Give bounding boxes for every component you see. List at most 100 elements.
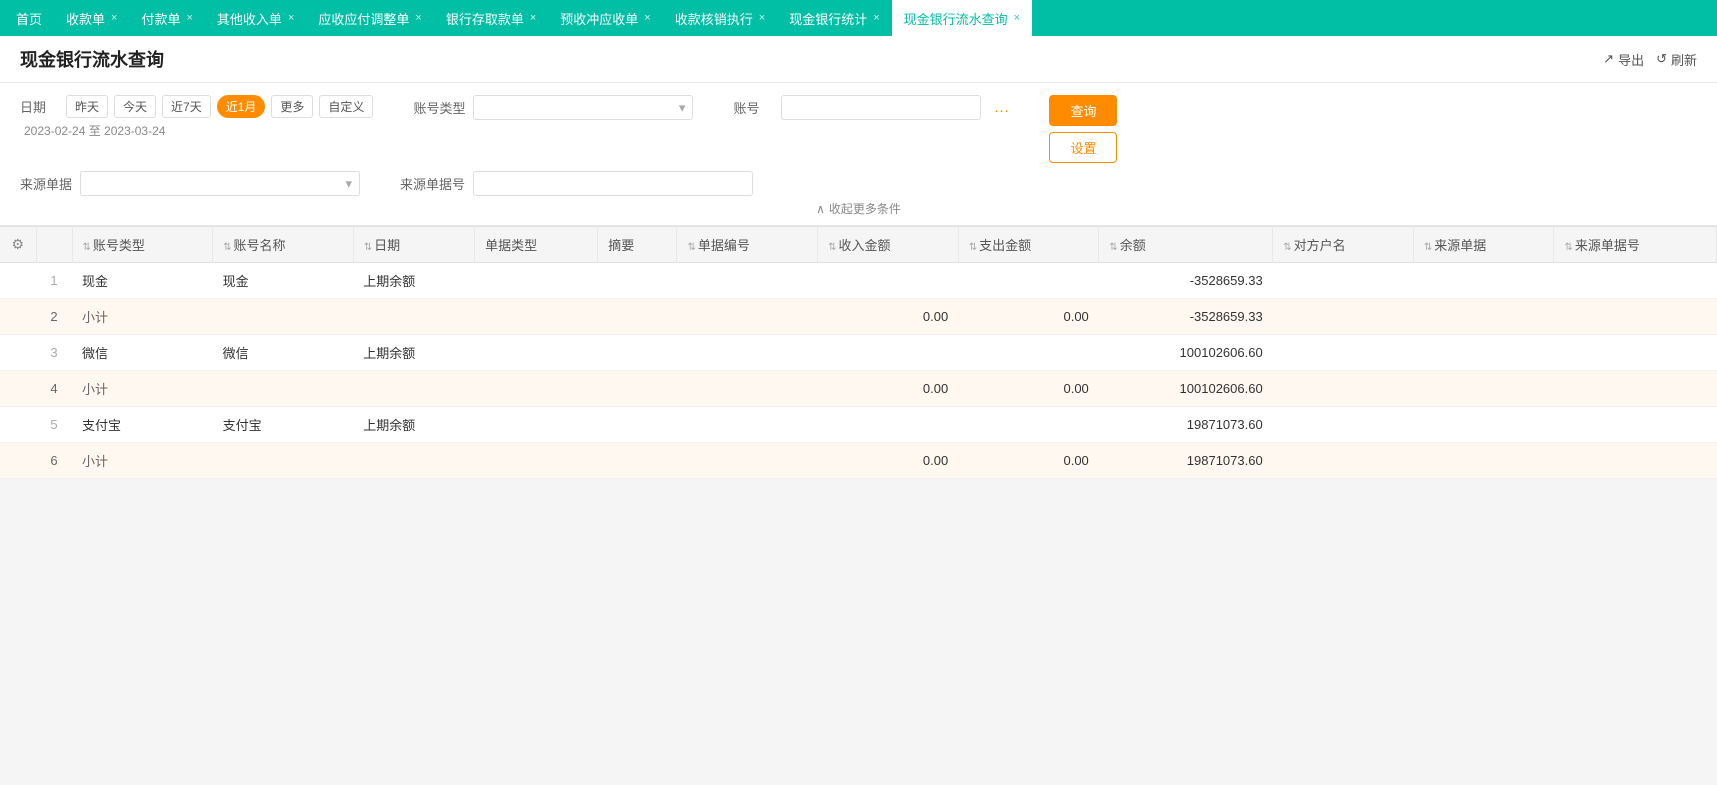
nav-receipt-verify[interactable]: 收款核销执行 ×: [663, 0, 777, 36]
cell-expense: 0.00: [958, 299, 1099, 335]
date-btn-yesterday[interactable]: 昨天: [66, 95, 108, 118]
col-expense[interactable]: ⇅支出金额: [958, 227, 1099, 263]
cell-doc_number: [677, 263, 818, 299]
col-doc-type: 单据类型: [475, 227, 598, 263]
refresh-button[interactable]: ↺ 刷新: [1656, 50, 1697, 69]
nav-prepay-offset[interactable]: 预收冲应收单 ×: [548, 0, 662, 36]
cell-source_doc: [1413, 371, 1554, 407]
date-label-row: 日期 昨天 今天 近7天 近1月 更多 自定义: [20, 95, 373, 118]
filter-left: 日期 昨天 今天 近7天 近1月 更多 自定义 2023-02-24 至 202…: [20, 95, 1697, 196]
cell-expense: 0.00: [958, 443, 1099, 479]
col-account-name[interactable]: ⇅账号名称: [213, 227, 354, 263]
cell-income: 0.00: [818, 299, 959, 335]
nav-receipt-verify-close[interactable]: ×: [759, 13, 765, 24]
cell-balance: 19871073.60: [1099, 443, 1273, 479]
cell-doc_type: [475, 407, 598, 443]
sort-date-icon: ⇅: [364, 242, 372, 253]
cell-income: [818, 335, 959, 371]
account-dots-icon[interactable]: …: [993, 99, 1009, 117]
nav-payment-close[interactable]: ×: [186, 13, 192, 24]
nav-bank-deposit[interactable]: 银行存取款单 ×: [434, 0, 548, 36]
nav-bank-deposit-label: 银行存取款单: [446, 9, 524, 28]
nav-cash-stat[interactable]: 现金银行统计 ×: [777, 0, 891, 36]
col-income[interactable]: ⇅收入金额: [818, 227, 959, 263]
cell-config: [0, 443, 36, 479]
date-range-display: 2023-02-24 至 2023-03-24: [24, 122, 373, 139]
source-doc-num-input[interactable]: [473, 171, 753, 196]
col-balance[interactable]: ⇅余额: [1099, 227, 1273, 263]
date-btn-today[interactable]: 今天: [114, 95, 156, 118]
cell-doc_type: [475, 299, 598, 335]
col-date[interactable]: ⇅日期: [353, 227, 474, 263]
col-account-type[interactable]: ⇅账号类型: [72, 227, 213, 263]
cell-balance: -3528659.33: [1099, 299, 1273, 335]
cell-counterpart: [1273, 335, 1414, 371]
cell-row_num: 6: [36, 443, 72, 479]
table-row: 1现金现金上期余额-3528659.33: [0, 263, 1717, 299]
nav-other-income-close[interactable]: ×: [288, 13, 294, 24]
cell-account_type: 小计: [72, 299, 213, 335]
nav-ar-ap-adjust-close[interactable]: ×: [415, 13, 421, 24]
nav-bank-deposit-close[interactable]: ×: [530, 13, 536, 24]
export-button[interactable]: ↗ 导出: [1603, 50, 1644, 69]
nav-cash-flow-close[interactable]: ×: [1014, 13, 1020, 24]
cell-date: [353, 443, 474, 479]
cell-expense: [958, 407, 1099, 443]
account-input[interactable]: [781, 95, 981, 120]
cell-account_type: 现金: [72, 263, 213, 299]
cell-balance: 100102606.60: [1099, 335, 1273, 371]
nav-payment[interactable]: 付款单 ×: [129, 0, 204, 36]
cell-income: 0.00: [818, 443, 959, 479]
cell-expense: [958, 263, 1099, 299]
cell-doc_number: [677, 407, 818, 443]
cell-account_type: 小计: [72, 371, 213, 407]
cell-row_num: 5: [36, 407, 72, 443]
date-btn-more[interactable]: 更多: [271, 95, 313, 118]
query-button[interactable]: 查询: [1049, 95, 1117, 126]
nav-cash-stat-close[interactable]: ×: [873, 13, 879, 24]
date-btn-7days[interactable]: 近7天: [162, 95, 211, 118]
col-config[interactable]: ⚙: [0, 227, 36, 263]
account-type-select[interactable]: [473, 95, 693, 120]
source-doc-select[interactable]: [80, 171, 360, 196]
header-actions: ↗ 导出 ↺ 刷新: [1603, 50, 1697, 69]
account-number-block: 账号 …: [733, 95, 1009, 120]
nav-prepay-offset-close[interactable]: ×: [644, 13, 650, 24]
collapse-label: 收起更多条件: [829, 200, 901, 217]
nav-receipt-verify-label: 收款核销执行: [675, 9, 753, 28]
sort-counterpart-icon: ⇅: [1283, 242, 1291, 253]
date-btn-1month[interactable]: 近1月: [217, 95, 266, 118]
refresh-label: 刷新: [1671, 50, 1697, 69]
table-wrapper: ⚙ ⇅账号类型 ⇅账号名称 ⇅日期 单据类型 摘要 ⇅单据编号 ⇅收入: [0, 226, 1717, 479]
nav-home[interactable]: 首页: [4, 0, 54, 36]
col-row-num: [36, 227, 72, 263]
nav-payment-label: 付款单: [141, 9, 180, 28]
col-source-doc[interactable]: ⇅来源单据: [1413, 227, 1554, 263]
nav-other-income[interactable]: 其他收入单 ×: [205, 0, 306, 36]
col-doc-number[interactable]: ⇅单据编号: [677, 227, 818, 263]
gear-icon[interactable]: ⚙: [11, 236, 24, 253]
collapse-filter-row[interactable]: ∧ 收起更多条件: [20, 196, 1697, 225]
sort-source-doc-icon: ⇅: [1424, 242, 1432, 253]
account-label: 账号: [733, 98, 773, 117]
cell-doc_number: [677, 371, 818, 407]
cell-expense: [958, 335, 1099, 371]
nav-cash-stat-label: 现金银行统计: [789, 9, 867, 28]
filter-area: 日期 昨天 今天 近7天 近1月 更多 自定义 2023-02-24 至 202…: [0, 83, 1717, 226]
nav-ar-ap-adjust[interactable]: 应收应付调整单 ×: [306, 0, 433, 36]
cell-summary: [598, 299, 677, 335]
cell-source_doc: [1413, 299, 1554, 335]
col-counterpart[interactable]: ⇅对方户名: [1273, 227, 1414, 263]
col-source-doc-num[interactable]: ⇅来源单据号: [1554, 227, 1717, 263]
nav-receipt[interactable]: 收款单 ×: [54, 0, 129, 36]
settings-button[interactable]: 设置: [1049, 132, 1117, 163]
cell-counterpart: [1273, 263, 1414, 299]
nav-other-income-label: 其他收入单: [217, 9, 282, 28]
nav-cash-flow-label: 现金银行流水查询: [904, 9, 1008, 28]
date-btn-custom[interactable]: 自定义: [319, 95, 373, 118]
cell-balance: 19871073.60: [1099, 407, 1273, 443]
cell-source_doc: [1413, 263, 1554, 299]
table-row: 6小计0.000.0019871073.60: [0, 443, 1717, 479]
nav-receipt-close[interactable]: ×: [111, 13, 117, 24]
nav-cash-flow[interactable]: 现金银行流水查询 ×: [892, 0, 1032, 36]
